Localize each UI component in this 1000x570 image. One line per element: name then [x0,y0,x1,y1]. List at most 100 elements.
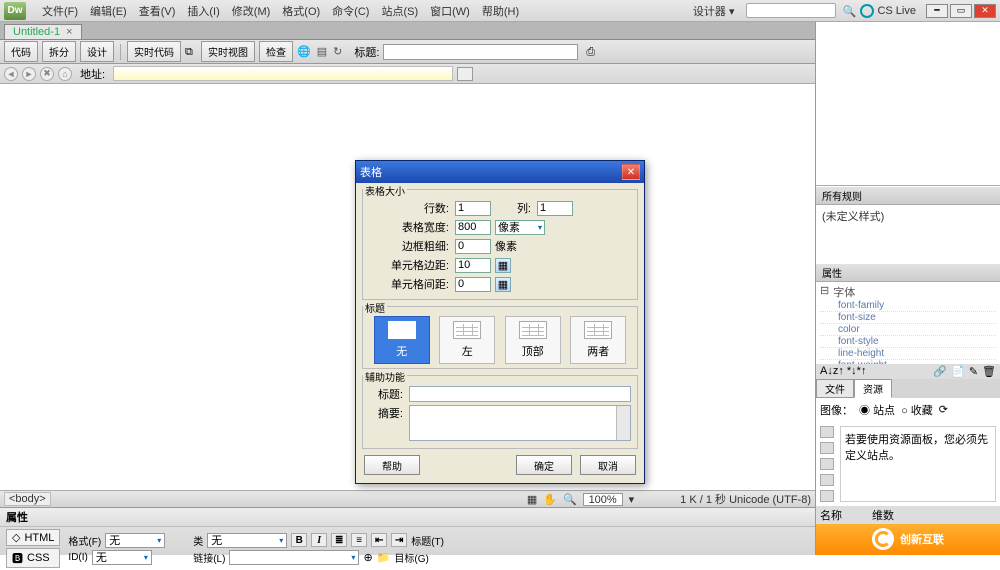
cellpadding-input[interactable] [455,258,491,273]
close-tab-icon[interactable]: × [66,26,72,38]
code-error-icon[interactable]: ⧉ [185,46,197,58]
select-tool-icon[interactable]: ▦ [527,493,537,506]
bold-button[interactable]: B [291,533,307,547]
css-prop-item[interactable]: font-style [820,336,996,348]
edit-rule-icon[interactable]: ✎ [969,365,978,378]
hand-tool-icon[interactable]: ✋ [543,493,557,506]
format-select[interactable]: 无 [105,533,165,548]
nav-stop-icon[interactable]: ✖ [40,67,54,81]
css-prop-item[interactable]: color [820,324,996,336]
dialog-close-button[interactable]: ✕ [622,164,640,180]
refresh-assets-icon[interactable]: ⟳ [939,403,948,416]
menu-insert[interactable]: 插入(I) [187,3,219,19]
address-go-icon[interactable] [457,67,473,81]
asset-images-icon[interactable] [820,426,834,438]
zoom-input[interactable]: 100% [583,493,623,506]
id-select[interactable]: 无 [92,550,152,565]
tag-breadcrumb[interactable]: <body> [4,492,51,506]
attach-style-icon[interactable]: 🔗 [933,365,947,378]
menu-command[interactable]: 命令(C) [332,3,369,19]
col-dim[interactable]: 维数 [872,507,894,523]
nav-home-icon[interactable]: ⌂ [58,67,72,81]
realtime-view-button[interactable]: 实时视图 [201,41,255,62]
cellspacing-icon[interactable]: ▦ [495,277,511,292]
css-prop-item[interactable]: line-height [820,348,996,360]
italic-button[interactable]: I [311,533,327,547]
cellpadding-icon[interactable]: ▦ [495,258,511,273]
textarea-scrollbar[interactable] [616,406,630,440]
asset-colors-icon[interactable] [820,442,834,454]
css-prop-item[interactable]: font-size [820,312,996,324]
ul-button[interactable]: ≣ [331,533,347,547]
menu-view[interactable]: 查看(V) [139,3,176,19]
maximize-button[interactable]: ▭ [950,4,972,18]
caption-input[interactable] [409,386,631,402]
cols-input[interactable] [537,201,573,216]
header-none-option[interactable]: 无 [374,316,430,364]
menu-window[interactable]: 窗口(W) [430,3,470,19]
asset-scripts-icon[interactable] [820,490,834,502]
header-both-option[interactable]: 两者 [570,316,626,364]
close-button[interactable]: ✕ [974,4,996,18]
assets-tab[interactable]: 资源 [854,379,892,398]
nav-back-icon[interactable]: ◄ [4,67,18,81]
css-properties-header[interactable]: 属性 [816,263,1000,282]
assets-site-radio[interactable]: ◉ 站点 [859,402,895,418]
view-split-button[interactable]: 拆分 [42,41,76,62]
border-input[interactable] [455,239,491,254]
assets-fav-radio[interactable]: ○ 收藏 [901,402,933,418]
ok-button[interactable]: 确定 [516,455,572,475]
zoom-tool-icon[interactable]: 🔍 [563,493,577,506]
menu-modify[interactable]: 修改(M) [232,3,271,19]
menu-help[interactable]: 帮助(H) [482,3,519,19]
menu-site[interactable]: 站点(S) [381,3,418,19]
address-input[interactable] [113,66,453,81]
sort-toggle[interactable]: A↓z↑ *↓*↑ [820,365,866,378]
search-input[interactable] [746,3,836,18]
file-management-icon[interactable]: ⎙ [586,46,598,58]
asset-media-icon[interactable] [820,474,834,486]
indent-button[interactable]: ⇥ [391,533,407,547]
css-prop-item[interactable]: font-family [820,300,996,312]
search-icon[interactable]: 🔍 [842,5,854,17]
cancel-button[interactable]: 取消 [580,455,636,475]
zoom-dropdown-icon[interactable]: ▾ [629,493,635,506]
menu-file[interactable]: 文件(F) [42,3,78,19]
properties-css-tab[interactable]: 🅱CSS [6,548,60,568]
rows-input[interactable] [455,201,491,216]
asset-urls-icon[interactable] [820,458,834,470]
options-icon[interactable]: ▤ [317,45,327,58]
class-select[interactable]: 无 [207,533,287,548]
point-to-file-icon[interactable]: ⊕ [363,551,372,564]
delete-rule-icon[interactable]: 🗑 [982,365,996,378]
view-design-button[interactable]: 设计 [80,41,114,62]
cellspacing-input[interactable] [455,277,491,292]
col-name[interactable]: 名称 [820,507,842,523]
files-tab[interactable]: 文件 [816,379,854,398]
header-left-option[interactable]: 左 [439,316,495,364]
header-top-option[interactable]: 顶部 [505,316,561,364]
expand-icon[interactable]: ⊟ [820,284,829,300]
globe-icon[interactable]: 🌐 [297,45,311,58]
menu-edit[interactable]: 编辑(E) [90,3,127,19]
document-tab[interactable]: Untitled-1 × [4,24,82,39]
new-rule-icon[interactable]: 📄 [951,365,965,378]
dialog-titlebar[interactable]: 表格 ✕ [356,161,644,183]
refresh-icon[interactable]: ↻ [333,45,342,58]
workspace-switcher[interactable]: 设计器 ▾ [693,3,735,19]
help-button[interactable]: 帮助 [364,455,420,475]
menu-format[interactable]: 格式(O) [282,3,320,19]
view-code-button[interactable]: 代码 [4,41,38,62]
cslive-button[interactable]: CS Live [860,4,916,18]
all-rules-header[interactable]: 所有规则 [816,186,1000,205]
width-unit-select[interactable]: 像素 [495,220,545,235]
minimize-button[interactable]: ━ [926,4,948,18]
realtime-code-button[interactable]: 实时代码 [127,41,181,62]
link-select[interactable] [229,550,359,565]
properties-html-tab[interactable]: ◇HTML [6,529,60,546]
browse-file-icon[interactable]: 📁 [377,551,391,564]
page-title-input[interactable] [383,44,578,60]
nav-forward-icon[interactable]: ► [22,67,36,81]
outdent-button[interactable]: ⇤ [371,533,387,547]
inspect-button[interactable]: 检查 [259,41,293,62]
